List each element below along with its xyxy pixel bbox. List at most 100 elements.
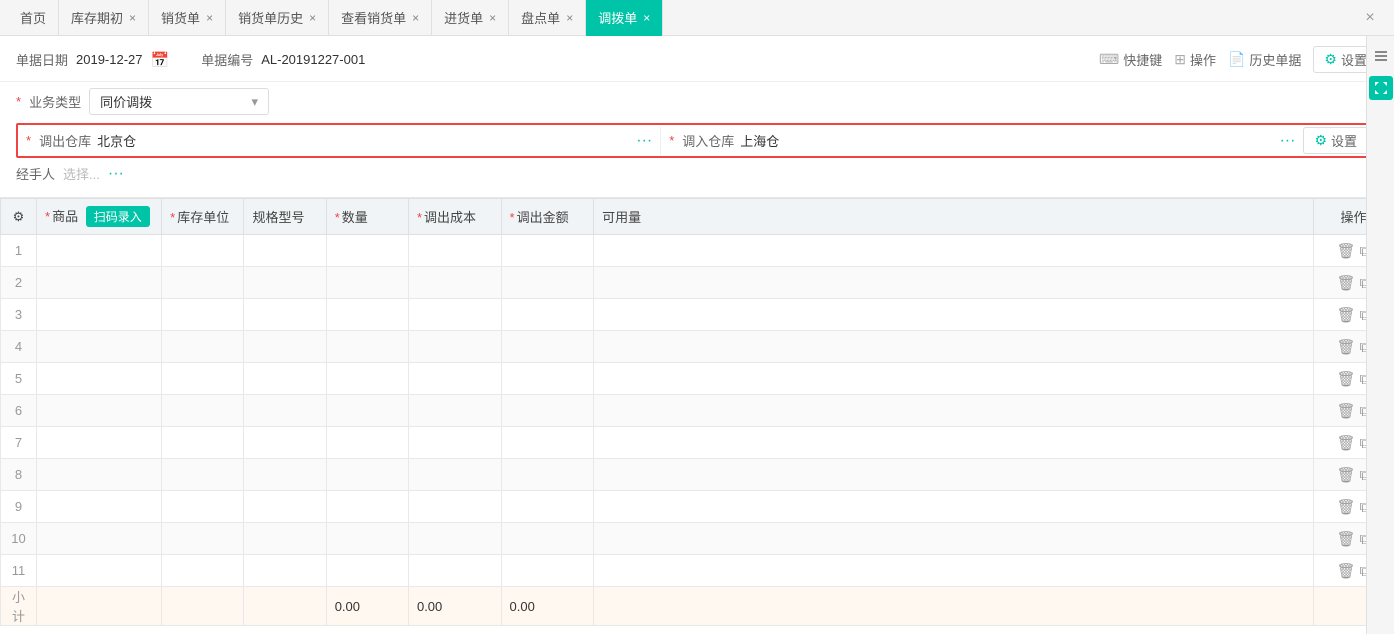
cell-unit[interactable] [162,331,244,363]
delete-icon[interactable]: 🗑 [1337,499,1356,516]
cell-amount[interactable] [501,299,594,331]
cell-product[interactable] [37,395,162,427]
cell-amount[interactable] [501,363,594,395]
cell-available[interactable] [594,491,1314,523]
cell-unit[interactable] [162,427,244,459]
cell-product[interactable] [37,299,162,331]
cell-unit[interactable] [162,235,244,267]
tab-inventory-check[interactable]: 盘点单 × [509,0,586,36]
cell-available[interactable] [594,395,1314,427]
cell-qty[interactable] [326,299,408,331]
cell-spec[interactable] [244,299,326,331]
cell-amount[interactable] [501,523,594,555]
person-more-btn[interactable]: ··· [108,165,124,183]
tab-sales-history[interactable]: 销货单历史 × [226,0,329,36]
cell-spec[interactable] [244,331,326,363]
cell-available[interactable] [594,267,1314,299]
cell-unit[interactable] [162,395,244,427]
delete-icon[interactable]: 🗑 [1337,403,1356,420]
cell-available[interactable] [594,299,1314,331]
tab-view-sales-close[interactable]: × [412,11,419,25]
cell-unit[interactable] [162,267,244,299]
operations-btn[interactable]: ⊞ 操作 [1174,50,1216,69]
cell-product[interactable] [37,267,162,299]
delete-icon[interactable]: 🗑 [1337,307,1356,324]
cell-amount[interactable] [501,331,594,363]
cell-spec[interactable] [244,427,326,459]
shortcut-btn[interactable]: ⌨ 快捷键 [1099,50,1162,69]
cell-unit[interactable] [162,523,244,555]
cell-qty[interactable] [326,395,408,427]
tab-transfer-order[interactable]: 调拨单 × [586,0,663,36]
cell-product[interactable] [37,459,162,491]
tab-inventory-init[interactable]: 库存期初 × [59,0,149,36]
in-warehouse-more-btn[interactable]: ··· [1279,132,1295,150]
cell-cost[interactable] [408,395,501,427]
cell-qty[interactable] [326,555,408,587]
cell-product[interactable] [37,427,162,459]
cell-qty[interactable] [326,363,408,395]
cell-cost[interactable] [408,427,501,459]
cell-spec[interactable] [244,395,326,427]
cell-qty[interactable] [326,459,408,491]
tab-view-sales[interactable]: 查看销货单 × [329,0,432,36]
tab-sales-history-close[interactable]: × [309,11,316,25]
cell-amount[interactable] [501,427,594,459]
tab-inventory-check-close[interactable]: × [566,11,573,25]
window-close-button[interactable]: × [1354,2,1386,34]
cell-spec[interactable] [244,459,326,491]
cell-unit[interactable] [162,555,244,587]
calendar-icon[interactable]: 📅 [151,51,170,69]
person-placeholder[interactable]: 选择... [63,164,100,183]
cell-qty[interactable] [326,331,408,363]
cell-unit[interactable] [162,299,244,331]
cell-unit[interactable] [162,363,244,395]
cell-amount[interactable] [501,555,594,587]
cell-product[interactable] [37,331,162,363]
tab-purchase-order-close[interactable]: × [489,11,496,25]
delete-icon[interactable]: 🗑 [1337,339,1356,356]
cell-amount[interactable] [501,235,594,267]
delete-icon[interactable]: 🗑 [1337,371,1356,388]
history-btn[interactable]: 📄 历史单据 [1228,50,1301,69]
cell-cost[interactable] [408,299,501,331]
sidebar-list-icon[interactable] [1369,44,1393,68]
cell-cost[interactable] [408,235,501,267]
cell-product[interactable] [37,235,162,267]
cell-spec[interactable] [244,523,326,555]
delete-icon[interactable]: 🗑 [1337,243,1356,260]
cell-product[interactable] [37,555,162,587]
cell-amount[interactable] [501,267,594,299]
cell-cost[interactable] [408,459,501,491]
tab-home[interactable]: 首页 [8,0,59,36]
delete-icon[interactable]: 🗑 [1337,275,1356,292]
cell-unit[interactable] [162,459,244,491]
cell-product[interactable] [37,523,162,555]
tab-sales-order-close[interactable]: × [206,11,213,25]
cell-qty[interactable] [326,267,408,299]
cell-qty[interactable] [326,523,408,555]
warehouse-settings-btn[interactable]: ⚙ 设置 [1303,127,1368,154]
cell-spec[interactable] [244,267,326,299]
tab-sales-order[interactable]: 销货单 × [149,0,226,36]
cell-qty[interactable] [326,491,408,523]
cell-cost[interactable] [408,523,501,555]
cell-unit[interactable] [162,491,244,523]
cell-available[interactable] [594,331,1314,363]
cell-cost[interactable] [408,363,501,395]
cell-amount[interactable] [501,491,594,523]
delete-icon[interactable]: 🗑 [1337,467,1356,484]
sidebar-expand-icon[interactable] [1369,76,1393,100]
cell-cost[interactable] [408,491,501,523]
cell-qty[interactable] [326,427,408,459]
cell-spec[interactable] [244,555,326,587]
cell-available[interactable] [594,523,1314,555]
tab-transfer-order-close[interactable]: × [643,11,650,25]
cell-cost[interactable] [408,267,501,299]
cell-available[interactable] [594,459,1314,491]
tab-purchase-order[interactable]: 进货单 × [432,0,509,36]
delete-icon[interactable]: 🗑 [1337,563,1356,580]
cell-available[interactable] [594,363,1314,395]
cell-cost[interactable] [408,331,501,363]
cell-available[interactable] [594,235,1314,267]
